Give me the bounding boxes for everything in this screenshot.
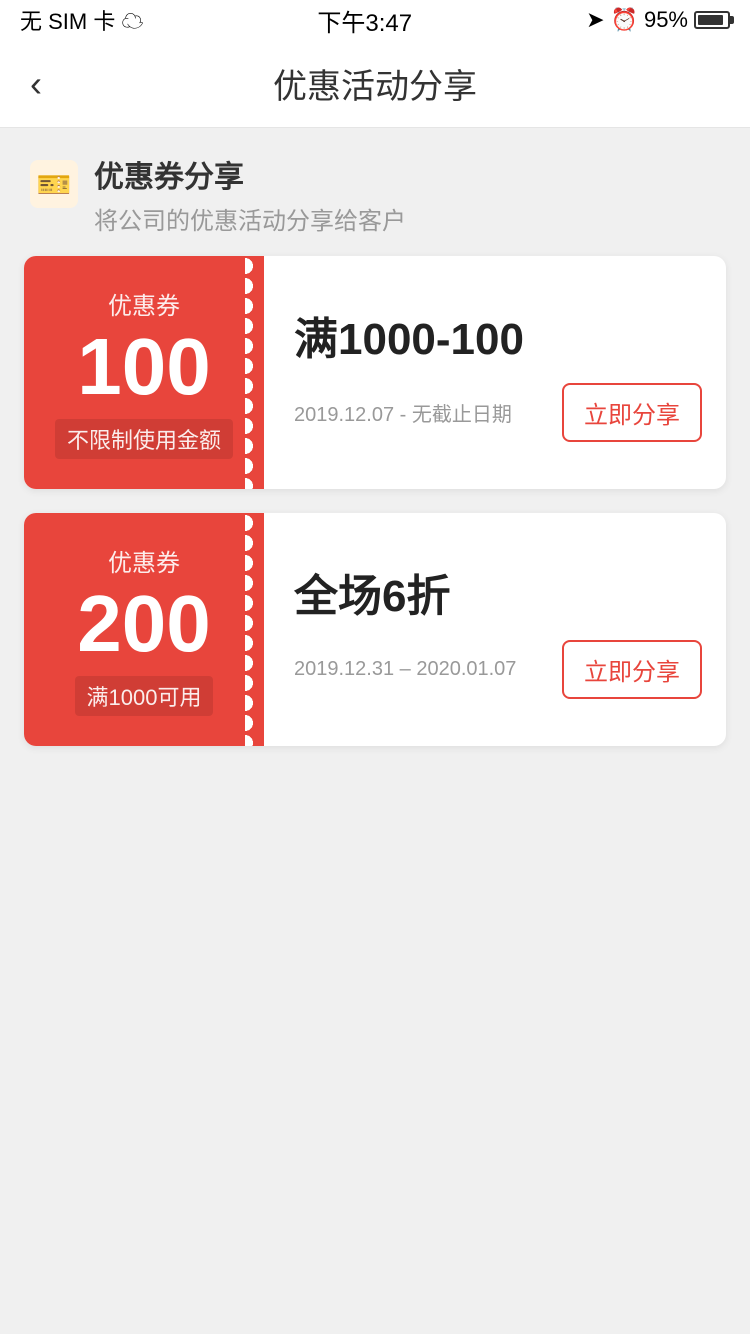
coupon-title-1: 全场6折 (294, 560, 702, 624)
share-button-0[interactable]: 立即分享 (562, 383, 702, 442)
back-icon: ‹ (30, 63, 42, 104)
section-text: 优惠券分享 将公司的优惠活动分享给客户 (94, 158, 406, 236)
section-subtitle: 将公司的优惠活动分享给客户 (94, 201, 406, 236)
share-button-1[interactable]: 立即分享 (562, 640, 702, 699)
status-time: 下午3:47 (317, 3, 412, 38)
battery-percent: 95% (644, 7, 688, 33)
battery-icon (694, 11, 730, 29)
coupon-footer-1: 2019.12.31 – 2020.01.07 立即分享 (294, 640, 702, 699)
coupon-title-0: 满1000-100 (294, 303, 702, 367)
coupon-left-1: 优惠券 200 满1000可用 (24, 513, 264, 746)
status-left: 无 SIM 卡 ☁ (20, 4, 143, 36)
section-header: 🎫 优惠券分享 将公司的优惠活动分享给客户 (0, 128, 750, 256)
coupon-type-0: 优惠券 (108, 286, 180, 321)
status-right: ➤ ⏰ 95% (586, 7, 730, 33)
coupon-date-0: 2019.12.07 - 无截止日期 (294, 398, 554, 427)
coupon-condition-0: 不限制使用金额 (55, 419, 233, 459)
nav-bar: ‹ 优惠活动分享 (0, 40, 750, 128)
coupon-type-1: 优惠券 (108, 543, 180, 578)
coupon-share-icon: 🎫 (30, 160, 78, 208)
bottom-area (0, 770, 750, 1270)
coupon-card: 优惠券 200 满1000可用 全场6折 2019.12.31 – 2020.0… (24, 513, 726, 746)
page-title: 优惠活动分享 (273, 59, 477, 108)
coupon-value-0: 100 (77, 327, 210, 407)
coupon-date-1: 2019.12.31 – 2020.01.07 (294, 658, 554, 681)
coupon-footer-0: 2019.12.07 - 无截止日期 立即分享 (294, 383, 702, 442)
coupon-right-1: 全场6折 2019.12.31 – 2020.01.07 立即分享 (264, 513, 726, 746)
location-icon: ➤ (586, 7, 604, 33)
svg-text:🎫: 🎫 (37, 169, 72, 200)
section-title: 优惠券分享 (94, 158, 406, 197)
coupons-list: 优惠券 100 不限制使用金额 满1000-100 2019.12.07 - 无… (0, 256, 750, 770)
back-button[interactable]: ‹ (30, 63, 42, 105)
alarm-icon: ⏰ (611, 7, 638, 33)
coupon-left-0: 优惠券 100 不限制使用金额 (24, 256, 264, 489)
coupon-condition-1: 满1000可用 (75, 676, 214, 716)
coupon-right-0: 满1000-100 2019.12.07 - 无截止日期 立即分享 (264, 256, 726, 489)
coupon-value-1: 200 (77, 584, 210, 664)
sim-status: 无 SIM 卡 ☁ (20, 4, 143, 36)
status-bar: 无 SIM 卡 ☁ 下午3:47 ➤ ⏰ 95% (0, 0, 750, 40)
coupon-card: 优惠券 100 不限制使用金额 满1000-100 2019.12.07 - 无… (24, 256, 726, 489)
